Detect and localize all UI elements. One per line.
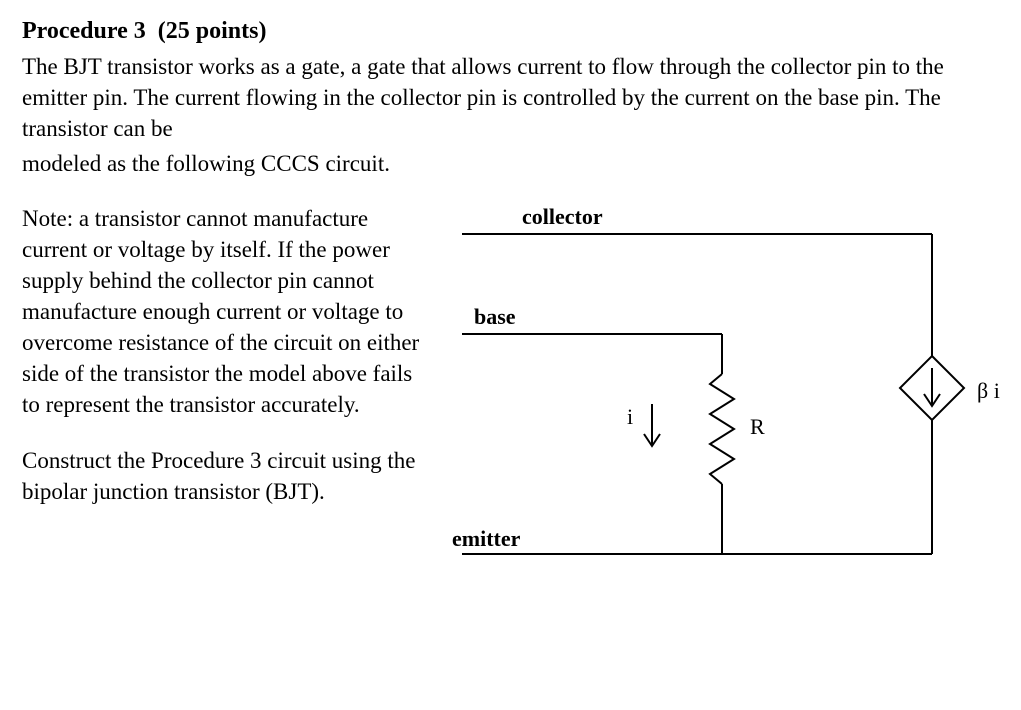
para3: Construct the Procedure 3 circuit using … xyxy=(22,445,422,507)
label-beta-i: β i xyxy=(977,378,1000,403)
intro-text: The BJT transistor works as a gate, a ga… xyxy=(22,51,999,144)
para2: Note: a transistor cannot manufacture cu… xyxy=(22,203,422,420)
current-i-arrow xyxy=(644,404,660,446)
title-points: (25 points) xyxy=(158,18,267,44)
current-source xyxy=(900,356,964,420)
label-i: i xyxy=(627,404,633,429)
label-R: R xyxy=(750,414,765,439)
procedure-title: Procedure 3 (25 points) xyxy=(22,18,999,45)
label-base: base xyxy=(474,304,516,329)
para1-continued: modeled as the following CCCS circuit. xyxy=(22,148,422,179)
body-area: modeled as the following CCCS circuit. N… xyxy=(22,148,999,506)
left-column: modeled as the following CCCS circuit. N… xyxy=(22,148,422,506)
title-prefix: Procedure 3 xyxy=(22,18,146,44)
resistor xyxy=(710,374,734,484)
circuit-svg: collector base emitter i R β i xyxy=(432,184,1021,604)
label-collector: collector xyxy=(522,204,603,229)
circuit-diagram: collector base emitter i R β i xyxy=(432,184,1021,604)
label-emitter: emitter xyxy=(452,526,521,551)
